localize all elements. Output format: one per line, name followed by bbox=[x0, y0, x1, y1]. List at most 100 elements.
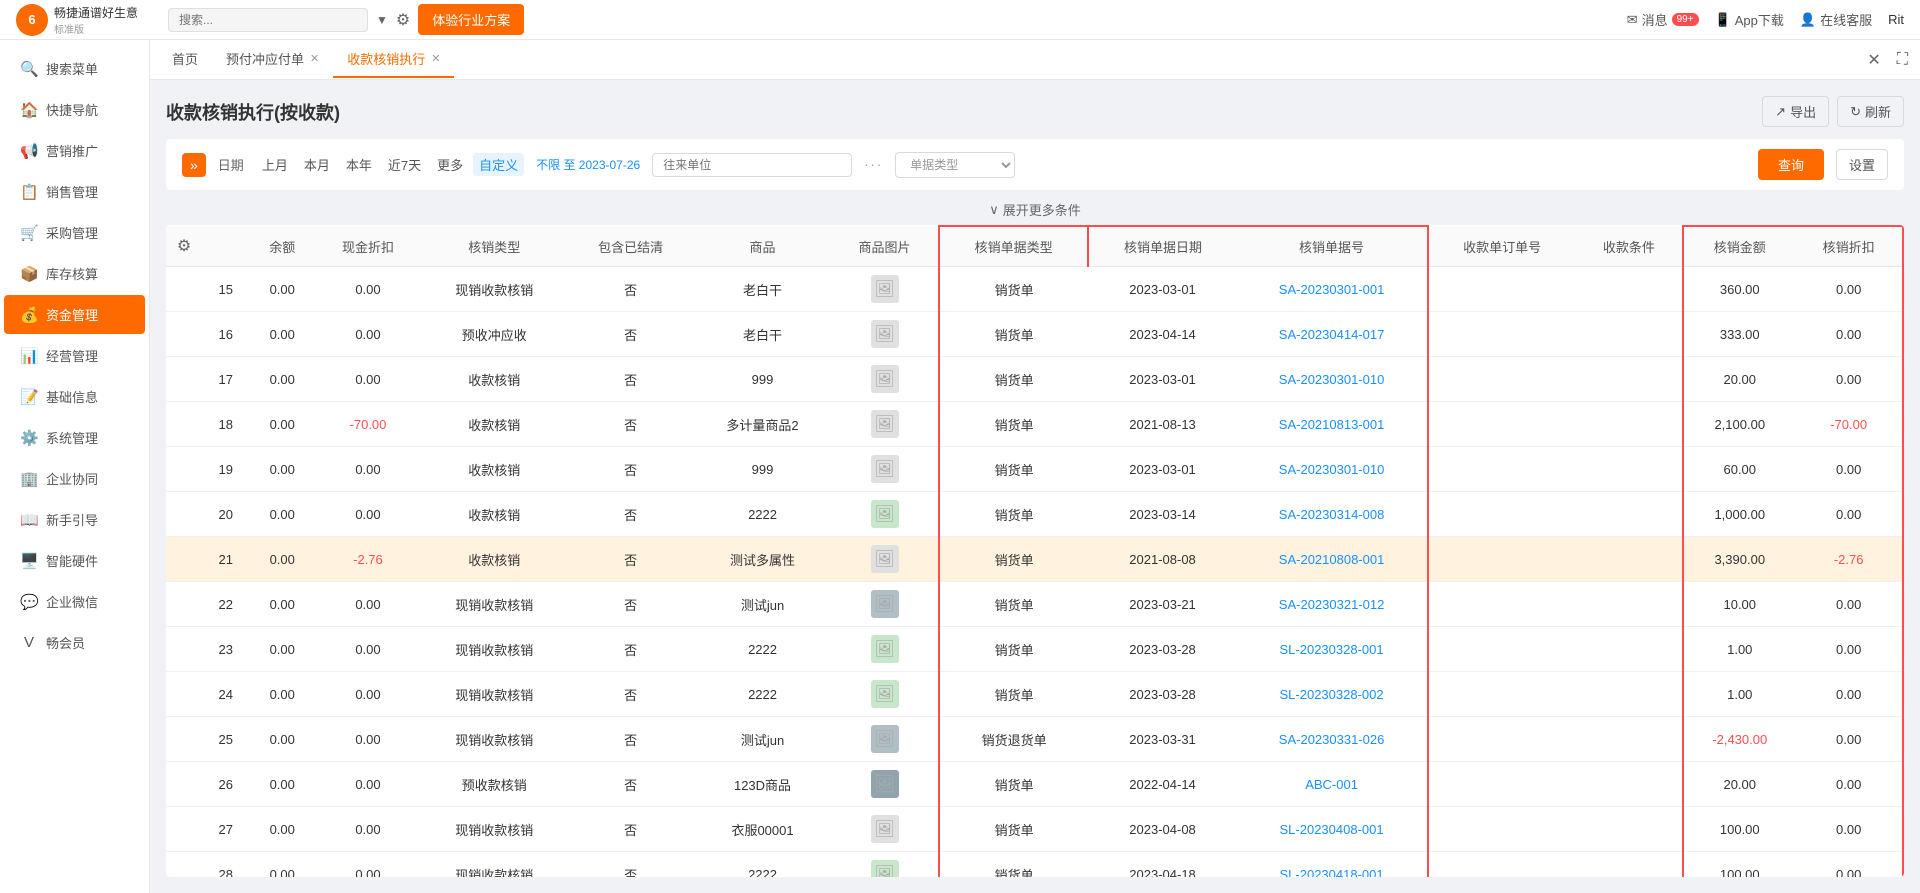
date-btn-this-month[interactable]: 本月 bbox=[298, 153, 336, 176]
cell-settings bbox=[166, 357, 202, 402]
cell-settings bbox=[166, 312, 202, 357]
tab-prepaid[interactable]: 预付冲应付单 ✕ bbox=[212, 41, 333, 78]
app-download[interactable]: 📱 App下载 bbox=[1715, 10, 1784, 29]
message-notif[interactable]: ✉ 消息 99+ bbox=[1627, 10, 1699, 29]
cell-row-num: 25 bbox=[202, 717, 249, 762]
cell-balance: 0.00 bbox=[249, 267, 314, 312]
counterparty-input[interactable] bbox=[652, 153, 852, 177]
bill-no-link[interactable]: SA-20210813-001 bbox=[1279, 417, 1385, 432]
sidebar-label-wechat: 企业微信 bbox=[46, 592, 98, 611]
sidebar-item-quick-nav[interactable]: 🏠 快捷导航 bbox=[4, 90, 145, 129]
filter-toggle-btn[interactable]: » bbox=[182, 153, 206, 177]
bill-no-link[interactable]: SA-20230301-001 bbox=[1279, 282, 1385, 297]
filter-setting-btn[interactable]: 设置 bbox=[1836, 149, 1888, 180]
table-row: 24 0.00 0.00 现销收款核销 否 2222 🖼 销货单 2023-03… bbox=[166, 672, 1903, 717]
tab-prepaid-close[interactable]: ✕ bbox=[310, 52, 319, 65]
date-btn-more[interactable]: 更多 bbox=[431, 153, 469, 176]
tab-home[interactable]: 首页 bbox=[158, 41, 212, 78]
cell-verify-type: 现销收款核销 bbox=[421, 852, 568, 878]
table-row: 28 0.00 0.00 现销收款核销 否 2222 🖼 销货单 2023-04… bbox=[166, 852, 1903, 878]
tab-collection-close[interactable]: ✕ bbox=[431, 52, 440, 65]
date-btn-custom[interactable]: 自定义 bbox=[473, 153, 524, 176]
cell-verify-discount: 0.00 bbox=[1795, 582, 1903, 627]
tab-expand-btn[interactable]: ⛶ bbox=[1893, 46, 1912, 74]
table-row: 19 0.00 0.00 收款核销 否 999 🖼 销货单 2023-03-01… bbox=[166, 447, 1903, 492]
bill-type-select[interactable]: 单据类型 bbox=[895, 152, 1015, 178]
search-input[interactable] bbox=[168, 8, 368, 32]
message-label: 消息 bbox=[1642, 10, 1668, 29]
date-btn-last-month[interactable]: 上月 bbox=[256, 153, 294, 176]
cell-verify-bill-date: 2023-03-21 bbox=[1088, 582, 1236, 627]
product-image: 🖼 bbox=[871, 725, 899, 753]
sidebar-item-basic-info[interactable]: 📝 基础信息 bbox=[4, 377, 145, 416]
user-name[interactable]: Rit bbox=[1888, 12, 1904, 27]
refresh-btn[interactable]: ↻ 刷新 bbox=[1837, 96, 1904, 127]
cell-verify-amount: 1,000.00 bbox=[1683, 492, 1795, 537]
cell-include-settled: 否 bbox=[568, 492, 694, 537]
cell-row-num: 17 bbox=[202, 357, 249, 402]
sidebar-item-wechat[interactable]: 💬 企业微信 bbox=[4, 582, 145, 621]
sidebar-item-enterprise[interactable]: 🏢 企业协同 bbox=[4, 459, 145, 498]
cell-balance: 0.00 bbox=[249, 492, 314, 537]
cell-include-settled: 否 bbox=[568, 447, 694, 492]
date-buttons: 上月 本月 本年 近7天 更多 自定义 bbox=[256, 153, 524, 176]
bill-no-link[interactable]: SA-20230321-012 bbox=[1279, 597, 1385, 612]
industry-btn[interactable]: 体验行业方案 bbox=[418, 4, 524, 35]
online-service[interactable]: 👤 在线客服 bbox=[1800, 10, 1872, 29]
bill-no-link[interactable]: SL-20230328-002 bbox=[1280, 687, 1384, 702]
sidebar-item-marketing[interactable]: 📢 营销推广 bbox=[4, 131, 145, 170]
cell-verify-amount: 333.00 bbox=[1683, 312, 1795, 357]
settings-icon[interactable]: ⚙ bbox=[396, 10, 410, 30]
cell-collect-condition bbox=[1576, 492, 1684, 537]
sidebar-item-operations[interactable]: 📊 经营管理 bbox=[4, 336, 145, 375]
sidebar-item-member[interactable]: V 畅会员 bbox=[4, 623, 145, 662]
app-icon: 📱 bbox=[1715, 12, 1731, 28]
bill-no-link[interactable]: SL-20230408-001 bbox=[1280, 822, 1384, 837]
col-verify-bill-date: 核销单据日期 bbox=[1088, 226, 1236, 267]
cell-verify-type: 现销收款核销 bbox=[421, 627, 568, 672]
data-table: ⚙ 余额 现金折扣 核销类型 包含已结清 商品 商品图片 核销单据类型 核销单据… bbox=[166, 225, 1904, 877]
sidebar-item-finance[interactable]: 💰 资金管理 bbox=[4, 295, 145, 334]
cell-verify-bill-no: ABC-001 bbox=[1237, 762, 1428, 807]
cell-verify-amount: 100.00 bbox=[1683, 852, 1795, 878]
col-collect-order-no: 收款单订单号 bbox=[1428, 226, 1576, 267]
bill-no-link[interactable]: SL-20230328-001 bbox=[1280, 642, 1384, 657]
cell-verify-bill-date: 2023-03-28 bbox=[1088, 627, 1236, 672]
bill-no-link[interactable]: SA-20230301-010 bbox=[1279, 372, 1385, 387]
cell-verify-amount: 1.00 bbox=[1683, 672, 1795, 717]
search-area: ▼ ⚙ 体验行业方案 bbox=[168, 4, 1615, 35]
col-settings-icon[interactable]: ⚙ bbox=[177, 238, 191, 255]
cell-verify-discount: 0.00 bbox=[1795, 267, 1903, 312]
bill-no-link[interactable]: SL-20230418-001 bbox=[1280, 867, 1384, 878]
bill-no-link[interactable]: SA-20230314-008 bbox=[1279, 507, 1385, 522]
tab-close-btn[interactable]: ✕ bbox=[1863, 46, 1884, 74]
tab-collection[interactable]: 收款核销执行 ✕ bbox=[333, 41, 454, 78]
cell-verify-discount: 0.00 bbox=[1795, 762, 1903, 807]
export-btn[interactable]: ↗ 导出 bbox=[1762, 96, 1829, 127]
cell-collect-order-no bbox=[1428, 582, 1576, 627]
expand-row: ∨ 展开更多条件 bbox=[166, 200, 1904, 219]
bill-no-link[interactable]: SA-20230414-017 bbox=[1279, 327, 1385, 342]
sidebar-item-guide[interactable]: 📖 新手引导 bbox=[4, 500, 145, 539]
cell-product-img: 🖼 bbox=[831, 537, 939, 582]
dropdown-btn[interactable]: ▼ bbox=[376, 13, 388, 27]
date-btn-this-year[interactable]: 本年 bbox=[340, 153, 378, 176]
cell-collect-order-no bbox=[1428, 762, 1576, 807]
sidebar-item-sales[interactable]: 📋 销售管理 bbox=[4, 172, 145, 211]
bill-no-link[interactable]: SA-20230301-010 bbox=[1279, 462, 1385, 477]
sidebar-item-system[interactable]: ⚙️ 系统管理 bbox=[4, 418, 145, 457]
query-btn[interactable]: 查询 bbox=[1758, 149, 1824, 180]
date-btn-7days[interactable]: 近7天 bbox=[382, 153, 427, 176]
bill-no-link[interactable]: ABC-001 bbox=[1305, 777, 1358, 792]
cell-include-settled: 否 bbox=[568, 402, 694, 447]
bill-no-link[interactable]: SA-20230331-026 bbox=[1279, 732, 1385, 747]
sidebar-item-purchase[interactable]: 🛒 采购管理 bbox=[4, 213, 145, 252]
sidebar-item-smart-hw[interactable]: 🖥️ 智能硬件 bbox=[4, 541, 145, 580]
expand-more-btn[interactable]: ∨ 展开更多条件 bbox=[989, 200, 1081, 219]
sidebar-item-search-menu[interactable]: 🔍 搜索菜单 bbox=[4, 49, 145, 88]
marketing-icon: 📢 bbox=[20, 142, 38, 160]
product-image: 🖼 bbox=[871, 455, 899, 483]
bill-no-link[interactable]: SA-20210808-001 bbox=[1279, 552, 1385, 567]
sidebar-item-inventory[interactable]: 📦 库存核算 bbox=[4, 254, 145, 293]
col-collect-condition: 收款条件 bbox=[1576, 226, 1684, 267]
